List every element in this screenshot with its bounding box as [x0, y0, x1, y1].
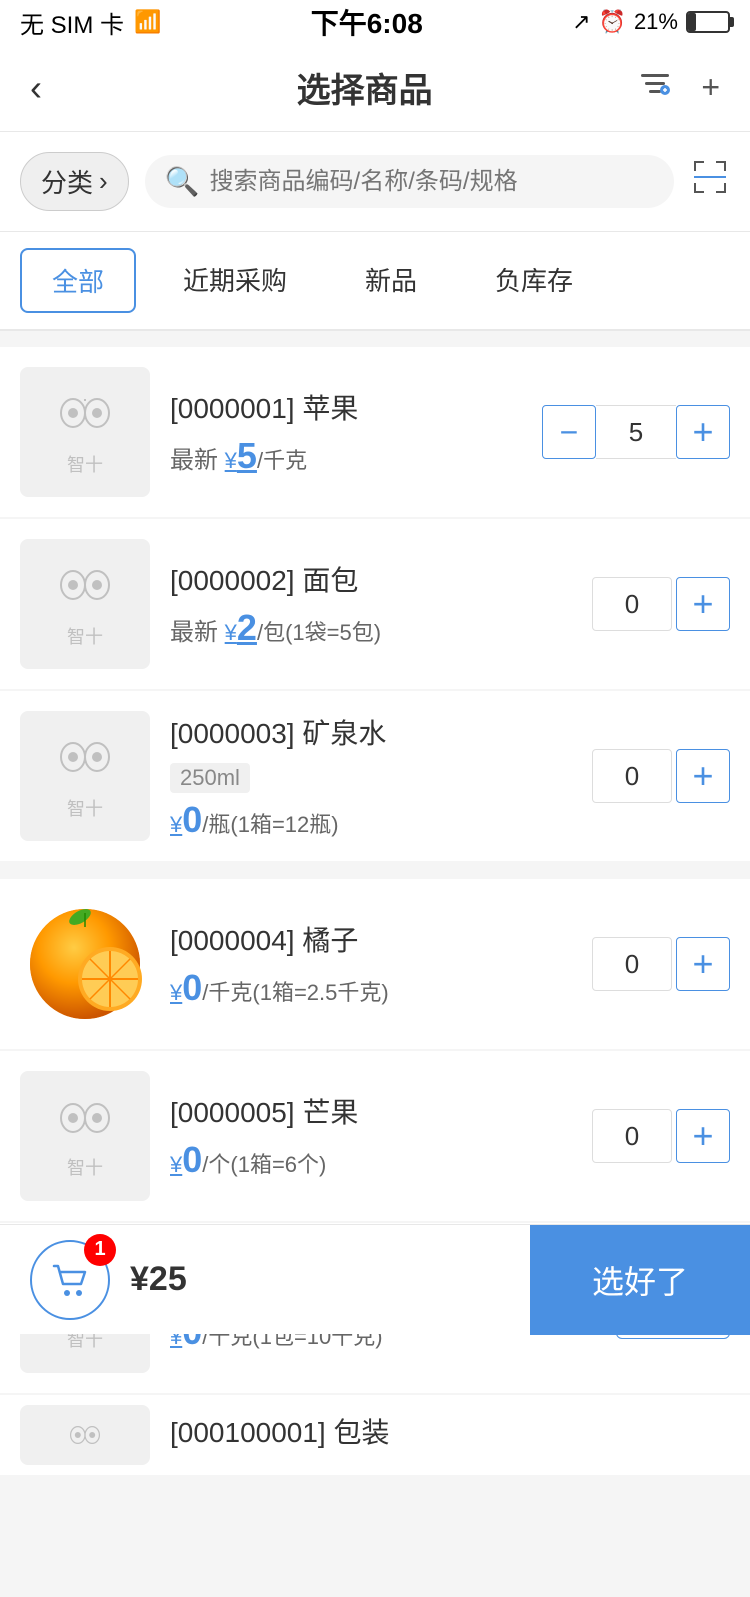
page-title: 选择商品	[297, 63, 433, 112]
cart-total: ¥25	[130, 1260, 187, 1299]
category-button[interactable]: 分类 ›	[20, 152, 129, 211]
product-image-0000001: 智十	[20, 367, 150, 497]
status-carrier: 无 SIM 卡 📶	[20, 5, 161, 40]
owl-logo: 智十	[55, 560, 115, 649]
product-price: 最新 ¥5/千克	[170, 435, 522, 477]
section-divider	[0, 863, 750, 879]
product-price: ¥0/个(1箱=6个)	[170, 1139, 572, 1181]
filter-icon[interactable]	[639, 68, 671, 108]
product-name: [0000003] 矿泉水	[170, 712, 572, 752]
owl-logo: 智十	[55, 732, 115, 821]
product-info-0000002: [0000002] 面包 最新 ¥2/包(1袋=5包)	[170, 559, 572, 649]
product-item: 智十 [0000001] 苹果 最新 ¥5/千克 − +	[0, 347, 750, 517]
back-button[interactable]: ‹	[30, 67, 90, 109]
quantity-increase-button[interactable]: +	[676, 1109, 730, 1163]
product-price: 最新 ¥2/包(1袋=5包)	[170, 607, 572, 649]
quantity-decrease-button[interactable]: −	[542, 405, 596, 459]
product-item: [0000004] 橘子 ¥0/千克(1箱=2.5千克) +	[0, 879, 750, 1049]
product-item: 智十 [0000003] 矿泉水 250ml ¥0/瓶(1箱=12瓶) +	[0, 691, 750, 861]
scan-icon[interactable]	[690, 157, 730, 207]
product-info-0000001: [0000001] 苹果 最新 ¥5/千克	[170, 387, 522, 477]
owl-brand-text: 智十	[67, 1154, 103, 1180]
status-time: 下午6:08	[311, 2, 423, 42]
product-spec: 250ml	[170, 763, 250, 793]
product-name: [0000004] 橘子	[170, 919, 572, 959]
tab-negative[interactable]: 负库存	[464, 248, 604, 313]
product-info-0000003: [0000003] 矿泉水 250ml ¥0/瓶(1箱=12瓶)	[170, 712, 572, 841]
bottom-bar: 1 ¥25 选好了	[0, 1224, 750, 1334]
nav-bar: ‹ 选择商品 +	[0, 44, 750, 132]
owl-logo: 智十	[55, 388, 115, 477]
product-name: [000100001] 包装	[170, 1411, 730, 1451]
product-name: [0000001] 苹果	[170, 387, 522, 427]
product-price: ¥0/千克(1箱=2.5千克)	[170, 967, 572, 1009]
orange-fruit-image	[20, 899, 150, 1029]
product-info-partial: [000100001] 包装	[170, 1411, 730, 1459]
quantity-control-0000005: +	[592, 1109, 730, 1163]
status-indicators: ↗ ⏰ 21%	[572, 9, 730, 35]
cart-svg	[50, 1262, 90, 1298]
battery-percent: 21%	[634, 9, 678, 35]
owl-brand-text: 智十	[67, 795, 103, 821]
owl-eyes-icon	[55, 560, 115, 619]
search-input[interactable]	[210, 168, 654, 196]
search-icon: 🔍	[165, 165, 200, 198]
product-name: [0000005] 芒果	[170, 1091, 572, 1131]
owl-logo: 智十	[55, 1093, 115, 1180]
product-image-0000003: 智十	[20, 711, 150, 841]
section-divider	[0, 331, 750, 347]
quantity-increase-button[interactable]: +	[676, 405, 730, 459]
nav-actions: +	[639, 68, 720, 108]
owl-logo	[55, 1420, 115, 1450]
cart-section: 1 ¥25	[0, 1240, 187, 1320]
quantity-control-0000002: +	[592, 577, 730, 631]
search-box: 🔍	[145, 155, 674, 208]
quantity-input[interactable]	[592, 577, 672, 631]
wifi-icon: 📶	[134, 9, 161, 35]
quantity-increase-button[interactable]: +	[676, 577, 730, 631]
location-icon: ↗	[572, 9, 590, 35]
carrier-text: 无 SIM 卡	[20, 5, 124, 40]
product-price: ¥0/瓶(1箱=12瓶)	[170, 799, 572, 841]
owl-eyes-icon	[55, 732, 115, 791]
tab-bar: 全部 近期采购 新品 负库存	[0, 232, 750, 331]
tab-all[interactable]: 全部	[20, 248, 136, 313]
category-label: 分类	[41, 163, 93, 200]
bottom-spacer	[0, 1477, 750, 1597]
product-image-0000002: 智十	[20, 539, 150, 669]
owl-eyes-icon	[55, 388, 115, 447]
product-image-0000004	[20, 899, 150, 1029]
quantity-increase-button[interactable]: +	[676, 937, 730, 991]
filter-bar: 分类 › 🔍	[0, 132, 750, 232]
product-item: 智十 [0000005] 芒果 ¥0/个(1箱=6个) +	[0, 1051, 750, 1221]
category-chevron: ›	[99, 166, 108, 197]
product-image-0000005: 智十	[20, 1071, 150, 1201]
product-info-0000004: [0000004] 橘子 ¥0/千克(1箱=2.5千克)	[170, 919, 572, 1009]
quantity-control-0000004: +	[592, 937, 730, 991]
owl-eyes-icon	[55, 1093, 115, 1150]
battery-icon	[686, 11, 730, 33]
product-item-partial: [000100001] 包装	[0, 1395, 750, 1475]
product-item: 智十 [0000002] 面包 最新 ¥2/包(1袋=5包) +	[0, 519, 750, 689]
tab-new[interactable]: 新品	[334, 248, 448, 313]
cart-icon[interactable]: 1	[30, 1240, 110, 1320]
quantity-control-0000001: − +	[542, 405, 730, 459]
add-icon[interactable]: +	[701, 69, 720, 106]
quantity-input[interactable]	[592, 937, 672, 991]
quantity-input[interactable]	[592, 749, 672, 803]
owl-brand-text: 智十	[67, 623, 103, 649]
tab-recent[interactable]: 近期采购	[152, 248, 318, 313]
product-image-partial	[20, 1405, 150, 1465]
quantity-input[interactable]	[592, 1109, 672, 1163]
alarm-icon: ⏰	[599, 9, 626, 35]
quantity-input[interactable]	[596, 405, 676, 459]
quantity-increase-button[interactable]: +	[676, 749, 730, 803]
status-bar: 无 SIM 卡 📶 下午6:08 ↗ ⏰ 21%	[0, 0, 750, 44]
product-info-0000005: [0000005] 芒果 ¥0/个(1箱=6个)	[170, 1091, 572, 1181]
owl-brand-text: 智十	[67, 451, 103, 477]
quantity-control-0000003: +	[592, 749, 730, 803]
product-name: [0000002] 面包	[170, 559, 572, 599]
cart-badge: 1	[84, 1234, 116, 1266]
confirm-button[interactable]: 选好了	[530, 1225, 750, 1335]
